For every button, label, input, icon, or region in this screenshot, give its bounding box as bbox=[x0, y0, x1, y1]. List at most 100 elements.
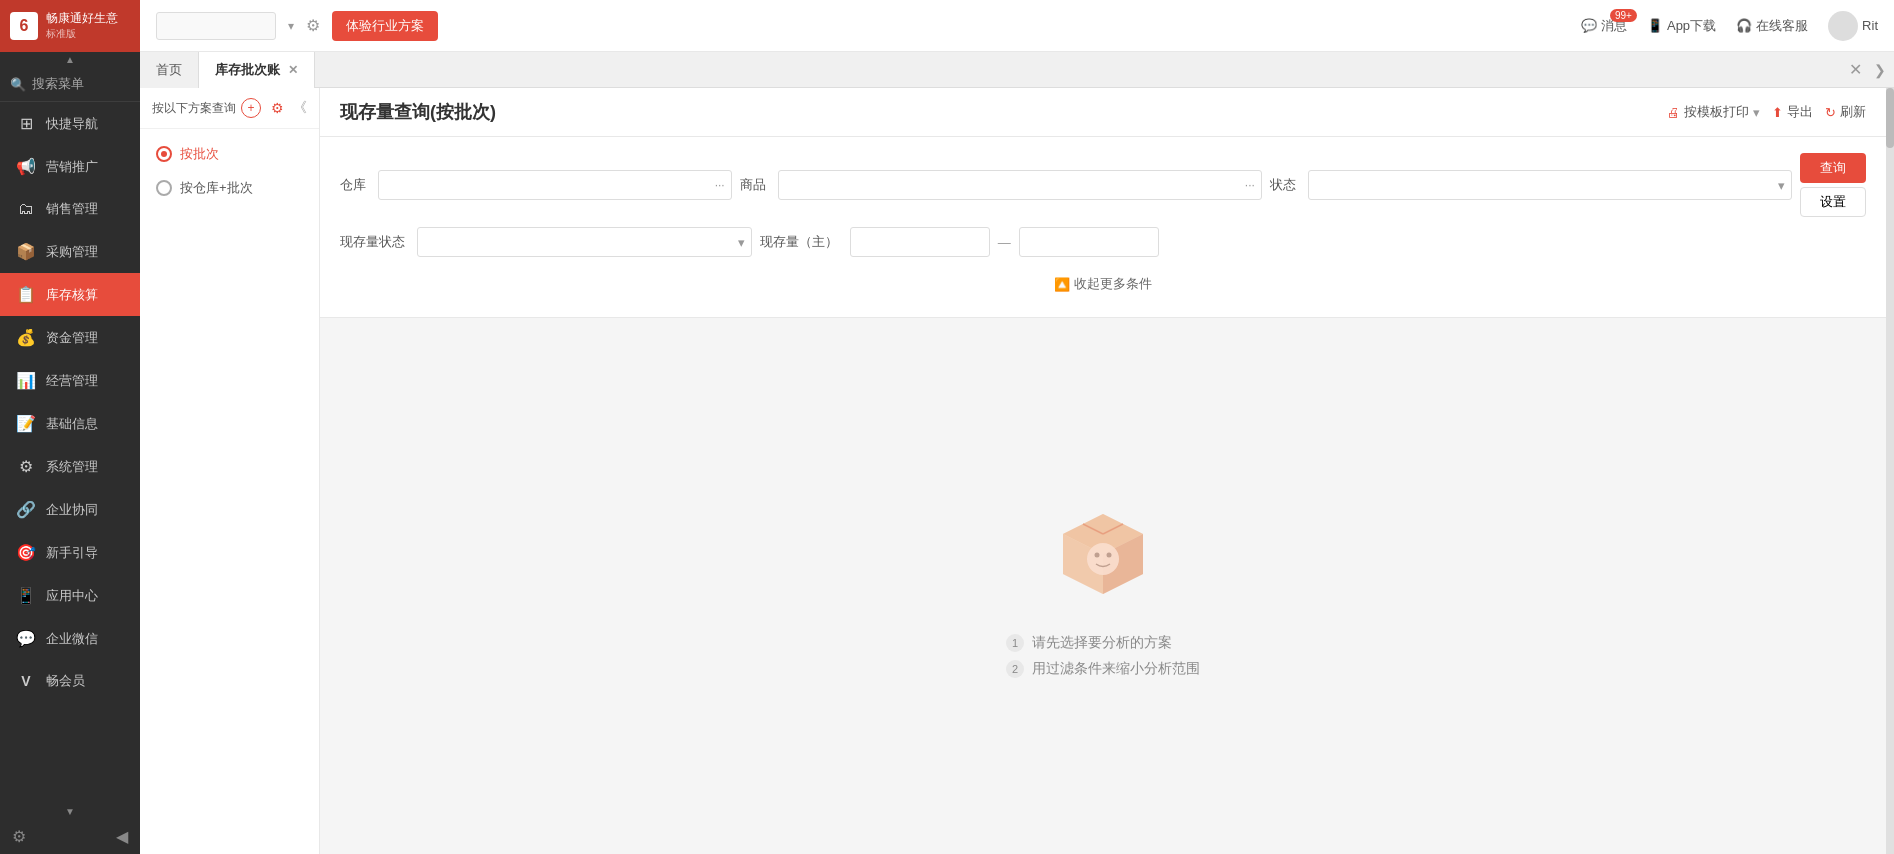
goods-input[interactable] bbox=[785, 178, 1245, 193]
online-service-label: 在线客服 bbox=[1756, 17, 1808, 35]
sidebar-search-area[interactable]: 🔍 搜索菜单 bbox=[0, 67, 140, 102]
data-area: 1 请先选择要分析的方案 2 用过滤条件来缩小分析范围 bbox=[320, 318, 1886, 854]
content-area: 按以下方案查询 + ⚙ 《 按批次 按仓库+批次 bbox=[140, 88, 1894, 854]
sidebar-item-sales[interactable]: 🗂 销售管理 bbox=[0, 188, 140, 230]
members-label: 畅会员 bbox=[46, 672, 85, 690]
settings-btn[interactable]: 设置 bbox=[1800, 187, 1866, 217]
sidebar-item-finance[interactable]: 💰 资金管理 bbox=[0, 316, 140, 359]
page-title: 现存量查询(按批次) bbox=[340, 100, 496, 124]
sidebar-scroll-down[interactable]: ▼ bbox=[65, 806, 75, 817]
filter-panel-collapse-icon[interactable]: 《 bbox=[293, 99, 307, 117]
tab-close-icon[interactable]: ✕ bbox=[288, 63, 298, 77]
sidebar-item-basic-info[interactable]: 📝 基础信息 bbox=[0, 402, 140, 445]
sidebar-item-newbie[interactable]: 🎯 新手引导 bbox=[0, 531, 140, 574]
scheme-item-by-warehouse-batch[interactable]: 按仓库+批次 bbox=[140, 171, 319, 205]
query-btn[interactable]: 查询 bbox=[1800, 153, 1866, 183]
sidebar-item-enterprise[interactable]: 🔗 企业协同 bbox=[0, 488, 140, 531]
right-scrollbar[interactable] bbox=[1886, 88, 1894, 854]
members-icon: V bbox=[16, 673, 36, 689]
tab-close-main-icon[interactable]: ✕ bbox=[1837, 60, 1874, 79]
scheme-item-by-batch[interactable]: 按批次 bbox=[140, 137, 319, 171]
export-label: 导出 bbox=[1787, 103, 1813, 121]
app-download-btn[interactable]: 📱 App下载 bbox=[1647, 17, 1716, 35]
sidebar-item-app-center[interactable]: 📱 应用中心 bbox=[0, 574, 140, 617]
newbie-label: 新手引导 bbox=[46, 544, 98, 562]
sidebar-item-inventory[interactable]: 📋 库存核算 bbox=[0, 273, 140, 316]
collapse-up-icon: 🔼 bbox=[1054, 277, 1070, 292]
svg-point-4 bbox=[1087, 543, 1119, 575]
empty-step-1: 1 请先选择要分析的方案 bbox=[1006, 634, 1200, 652]
search-menu-label: 搜索菜单 bbox=[32, 75, 84, 93]
message-icon: 💬 bbox=[1581, 18, 1597, 33]
sidebar-item-quick-nav[interactable]: ⊞ 快捷导航 bbox=[0, 102, 140, 145]
tabbar: 首页 库存批次账 ✕ ✕ ❯ bbox=[140, 52, 1894, 88]
inventory-status-chevron-icon: ▾ bbox=[738, 235, 745, 250]
warehouse-label: 仓库 bbox=[340, 176, 366, 194]
sidebar-scroll-up[interactable]: ▲ bbox=[65, 54, 75, 65]
purchase-icon: 📦 bbox=[16, 242, 36, 261]
tab-inventory-batch[interactable]: 库存批次账 ✕ bbox=[199, 52, 315, 88]
warehouse-more-icon[interactable]: ··· bbox=[715, 178, 725, 192]
print-chevron-icon: ▾ bbox=[1753, 105, 1760, 120]
wechat-label: 企业微信 bbox=[46, 630, 98, 648]
sales-icon: 🗂 bbox=[16, 200, 36, 218]
sidebar-item-wechat[interactable]: 💬 企业微信 bbox=[0, 617, 140, 660]
svg-point-6 bbox=[1107, 553, 1112, 558]
marketing-label: 营销推广 bbox=[46, 158, 98, 176]
wechat-icon: 💬 bbox=[16, 629, 36, 648]
topbar-search-input[interactable] bbox=[156, 12, 276, 40]
headset-icon: 🎧 bbox=[1736, 18, 1752, 33]
message-btn[interactable]: 💬 消息 99+ bbox=[1581, 17, 1627, 35]
industry-btn[interactable]: 体验行业方案 bbox=[332, 11, 438, 41]
newbie-icon: 🎯 bbox=[16, 543, 36, 562]
app-logo: 6 bbox=[10, 12, 38, 40]
print-label: 按模板打印 bbox=[1684, 103, 1749, 121]
operations-icon: 📊 bbox=[16, 371, 36, 390]
scheme-settings-btn[interactable]: ⚙ bbox=[267, 98, 287, 118]
empty-step-2: 2 用过滤条件来缩小分析范围 bbox=[1006, 660, 1200, 678]
page-actions: 🖨 按模板打印 ▾ ⬆ 导出 ↻ 刷新 bbox=[1667, 103, 1866, 121]
topbar-chevron-icon[interactable]: ▾ bbox=[288, 19, 294, 33]
inventory-icon: 📋 bbox=[16, 285, 36, 304]
sidebar-nav: ⊞ 快捷导航 📢 营销推广 🗂 销售管理 📦 采购管理 📋 库存核算 💰 资金管… bbox=[0, 102, 140, 804]
tab-more-icon[interactable]: ❯ bbox=[1874, 62, 1894, 78]
right-scroll-thumb[interactable] bbox=[1886, 88, 1894, 148]
export-btn[interactable]: ⬆ 导出 bbox=[1772, 103, 1813, 121]
online-service-btn[interactable]: 🎧 在线客服 bbox=[1736, 17, 1808, 35]
main-area: ▾ ⚙ 体验行业方案 💬 消息 99+ 📱 App下载 🎧 在线客服 Rit bbox=[140, 0, 1894, 854]
refresh-btn[interactable]: ↻ 刷新 bbox=[1825, 103, 1866, 121]
basic-info-label: 基础信息 bbox=[46, 415, 98, 433]
marketing-icon: 📢 bbox=[16, 157, 36, 176]
current-qty-min-input[interactable] bbox=[850, 227, 990, 257]
basic-info-icon: 📝 bbox=[16, 414, 36, 433]
search-icon: 🔍 bbox=[10, 77, 26, 92]
sidebar-settings-icon[interactable]: ⚙ bbox=[12, 827, 26, 846]
sidebar-item-system[interactable]: ⚙ 系统管理 bbox=[0, 445, 140, 488]
topbar-gear-icon[interactable]: ⚙ bbox=[306, 16, 320, 35]
sidebar-bottom: ⚙ ◀ bbox=[0, 819, 140, 854]
add-scheme-btn[interactable]: + bbox=[241, 98, 261, 118]
print-btn[interactable]: 🖨 按模板打印 ▾ bbox=[1667, 103, 1760, 121]
sidebar-item-operations[interactable]: 📊 经营管理 bbox=[0, 359, 140, 402]
warehouse-input[interactable] bbox=[385, 178, 715, 193]
goods-more-icon[interactable]: ··· bbox=[1245, 178, 1255, 192]
app-name: 畅康通好生意 bbox=[46, 11, 118, 27]
scheme-dot-active bbox=[156, 146, 172, 162]
sidebar-item-purchase[interactable]: 📦 采购管理 bbox=[0, 230, 140, 273]
search-menu-btn[interactable]: 🔍 搜索菜单 bbox=[10, 75, 130, 93]
current-qty-max-input[interactable] bbox=[1019, 227, 1159, 257]
sidebar-collapse-icon[interactable]: ◀ bbox=[116, 827, 128, 846]
sidebar-item-marketing[interactable]: 📢 营销推广 bbox=[0, 145, 140, 188]
sidebar-item-members[interactable]: V 畅会员 bbox=[0, 660, 140, 702]
step-2-text: 用过滤条件来缩小分析范围 bbox=[1032, 660, 1200, 678]
sidebar: 6 畅康通好生意 标准版 ▲ 🔍 搜索菜单 ⊞ 快捷导航 📢 营销推广 🗂 销售… bbox=[0, 0, 140, 854]
empty-state: 1 请先选择要分析的方案 2 用过滤条件来缩小分析范围 bbox=[1006, 494, 1200, 678]
goods-label: 商品 bbox=[740, 176, 766, 194]
collapse-more-btn[interactable]: 🔼 收起更多条件 bbox=[340, 267, 1866, 301]
user-profile-btn[interactable]: Rit bbox=[1828, 11, 1878, 41]
topbar: ▾ ⚙ 体验行业方案 💬 消息 99+ 📱 App下载 🎧 在线客服 Rit bbox=[140, 0, 1894, 52]
svg-point-5 bbox=[1095, 553, 1100, 558]
empty-icon bbox=[1043, 494, 1163, 614]
tab-home[interactable]: 首页 bbox=[140, 52, 199, 88]
filter-area: 仓库 ··· 商品 ··· bbox=[320, 137, 1886, 318]
